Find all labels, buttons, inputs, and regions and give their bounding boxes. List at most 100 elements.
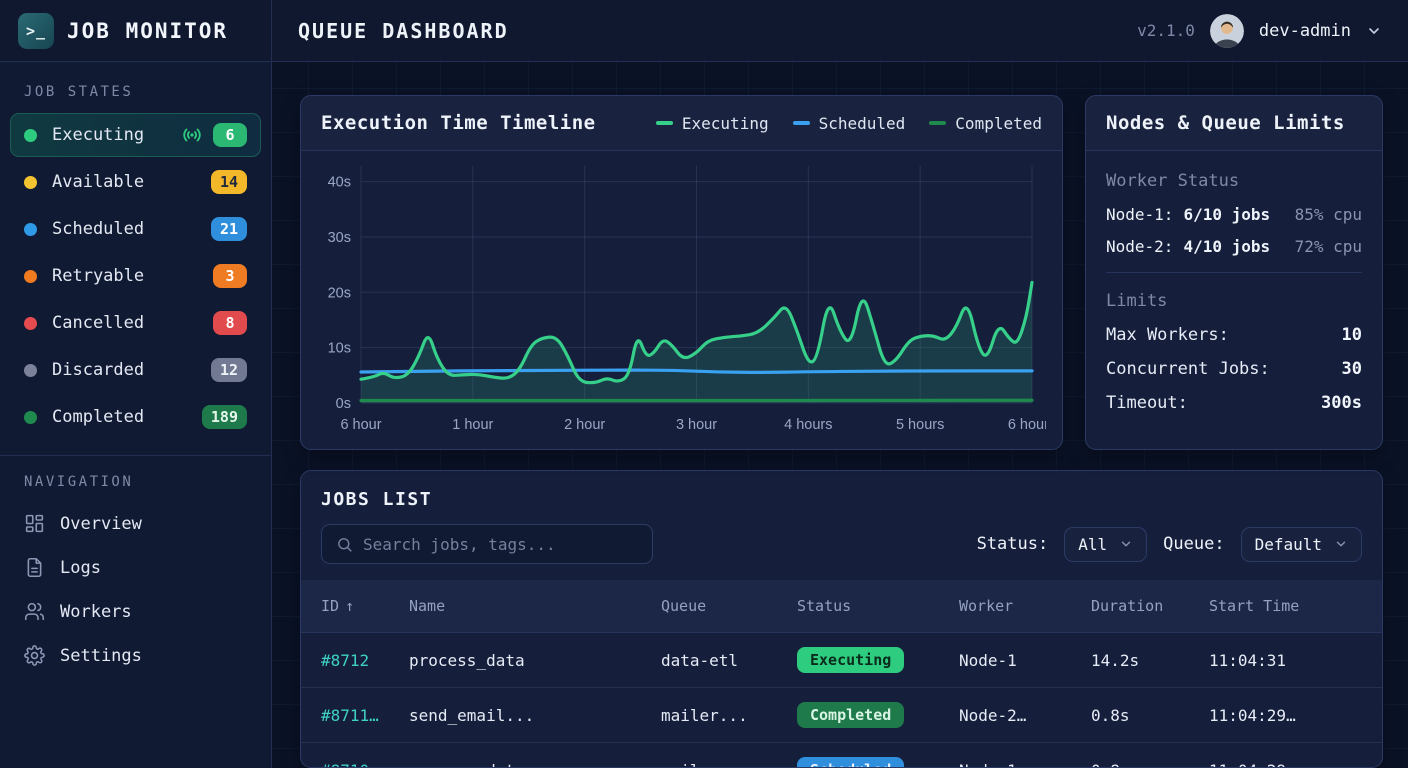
worker-status-heading: Worker Status (1106, 171, 1240, 191)
svg-text:20s: 20s (328, 285, 351, 301)
worker-status-row: Node-1: 6/10 jobs 85% cpu (1106, 205, 1362, 224)
limits-heading: Limits (1106, 291, 1168, 311)
queue-select[interactable]: Default (1240, 526, 1362, 562)
job-duration-cell: 0.8s (1091, 742, 1209, 767)
limit-row: Max Workers: 10 (1106, 325, 1362, 345)
legend-dash-icon (929, 121, 947, 125)
search-input[interactable] (363, 534, 638, 554)
job-id-link[interactable]: #8711… (321, 706, 379, 725)
table-row[interactable]: #8710 process_data mailer Scheduled Node… (301, 742, 1382, 768)
column-header: Start Time (1209, 580, 1382, 633)
state-dot-icon (24, 222, 37, 236)
column-header: Worker (959, 580, 1091, 633)
workers-users-icon (24, 601, 45, 622)
job-start-cell: 11:04:31 (1209, 632, 1382, 688)
svg-text:10s: 10s (328, 341, 351, 357)
job-id-link[interactable]: #8710 (321, 761, 369, 768)
svg-text:0s: 0s (336, 396, 351, 412)
chevron-down-icon (1121, 541, 1131, 547)
sidebar-state-item[interactable]: Executing 6 (10, 113, 261, 157)
jobs-table: ID ↑ Name Queue Status Worker Duration Start Ti… (301, 580, 1382, 768)
job-queue-cell: mailer... (661, 687, 797, 743)
navigation-heading: NAVIGATION (24, 474, 134, 490)
avatar[interactable] (1209, 13, 1244, 48)
column-header[interactable]: ID ↑ (301, 580, 409, 633)
job-name-cell: send_email... (409, 687, 661, 743)
job-queue-cell: mailer (661, 742, 797, 767)
chevron-down-icon (1336, 541, 1346, 547)
svg-text:1 hour: 1 hour (452, 417, 493, 433)
job-start-cell: 11:04:29 (1209, 742, 1382, 767)
jobs-table-body: #8712 process_data data-etl Executing No… (301, 632, 1382, 768)
job-duration-cell: 14.2s (1091, 632, 1209, 688)
job-worker-cell: Node-1 (959, 742, 1091, 767)
sidebar-state-item[interactable]: Scheduled 21 (10, 207, 261, 251)
settings-gear-icon (24, 645, 45, 666)
sidebar-state-item[interactable]: Cancelled 8 (10, 301, 261, 345)
timeline-panel: Execution Time Timeline Executing Schedul… (300, 95, 1063, 450)
job-duration-cell: 0.8s (1091, 687, 1209, 743)
job-worker-cell: Node-1 (959, 632, 1091, 688)
svg-text:40s: 40s (328, 175, 351, 191)
version-label: v2.1.0 (1137, 21, 1195, 40)
job-worker-cell: Node-2… (959, 687, 1091, 743)
chart-legend: Executing Scheduled Completed (655, 114, 1042, 133)
queue-filter-label: Queue: (1163, 534, 1225, 554)
limit-row: Concurrent Jobs: 30 (1106, 359, 1362, 379)
sidebar-nav-item[interactable]: Settings (10, 635, 261, 676)
status-select[interactable]: All (1064, 526, 1148, 562)
state-count-badge: 21 (210, 217, 247, 241)
table-row[interactable]: #8711… send_email... mailer... Completed… (301, 687, 1382, 743)
state-count-badge: 3 (213, 264, 247, 288)
svg-text:2 hour: 2 hour (564, 417, 605, 433)
state-dot-icon (24, 175, 37, 189)
job-name-cell: process_data (409, 632, 661, 688)
status-select-value: All (1078, 534, 1108, 554)
job-queue-cell: data-etl (661, 632, 797, 688)
sidebar-divider (0, 455, 271, 456)
job-id-link[interactable]: #8712 (321, 651, 369, 670)
sidebar-state-item[interactable]: Available 14 (10, 160, 261, 204)
svg-text:30s: 30s (328, 230, 351, 246)
column-header: Name (409, 580, 661, 633)
terminal-glyph: >_ (25, 21, 47, 40)
job-start-cell: 11:04:29… (1209, 687, 1382, 743)
main-content: Execution Time Timeline Executing Schedul… (272, 62, 1408, 768)
table-header-row: ID ↑ Name Queue Status Worker Duration Start Ti… (301, 580, 1382, 633)
limit-row: Timeout: 300s (1106, 393, 1362, 413)
navigation-list: Overview Logs Workers Settings (0, 503, 271, 676)
svg-text:6 hours: 6 hours (1008, 417, 1046, 433)
state-count-badge: 14 (210, 170, 247, 194)
state-count-badge: 8 (213, 311, 247, 335)
user-menu-label[interactable]: dev-admin (1259, 21, 1351, 41)
nodes-panel-title: Nodes & Queue Limits (1106, 112, 1345, 134)
worker-status-row: Node-2: 4/10 jobs 72% cpu (1106, 237, 1362, 256)
state-dot-icon (24, 363, 37, 377)
table-row[interactable]: #8712 process_data data-etl Executing No… (301, 632, 1382, 688)
svg-text:3 hour: 3 hour (676, 417, 717, 433)
svg-text:6 hour: 6 hour (340, 417, 381, 433)
job-name-cell: process_data (409, 742, 661, 767)
sidebar-nav-item[interactable]: Workers (10, 591, 261, 632)
sidebar-state-item[interactable]: Retryable 3 (10, 254, 261, 298)
overview-grid-icon (24, 513, 45, 534)
terminal-logo-icon: >_ (18, 12, 54, 49)
sidebar-state-item[interactable]: Discarded 12 (10, 348, 261, 392)
sidebar-nav-item[interactable]: Logs (10, 547, 261, 588)
svg-text:5 hours: 5 hours (896, 417, 944, 433)
chevron-down-icon[interactable] (1366, 23, 1382, 39)
sidebar-nav-item[interactable]: Overview (10, 503, 261, 544)
topbar: >_ JOB MONITOR QUEUE DASHBOARD v2.1.0 de… (0, 0, 1408, 62)
logs-file-icon (24, 557, 45, 578)
legend-dash-icon (655, 121, 673, 125)
status-filter-label: Status: (976, 534, 1049, 554)
column-header: Queue (661, 580, 797, 633)
app-title: JOB MONITOR (67, 18, 229, 43)
search-box[interactable] (321, 524, 653, 564)
sort-ascending-icon[interactable]: ↑ (345, 597, 354, 615)
state-count-badge: 189 (201, 405, 247, 429)
svg-text:4 hours: 4 hours (784, 417, 832, 433)
brand: >_ JOB MONITOR (0, 0, 272, 61)
column-header: Duration (1091, 580, 1209, 633)
sidebar-state-item[interactable]: Completed 189 (10, 395, 261, 439)
